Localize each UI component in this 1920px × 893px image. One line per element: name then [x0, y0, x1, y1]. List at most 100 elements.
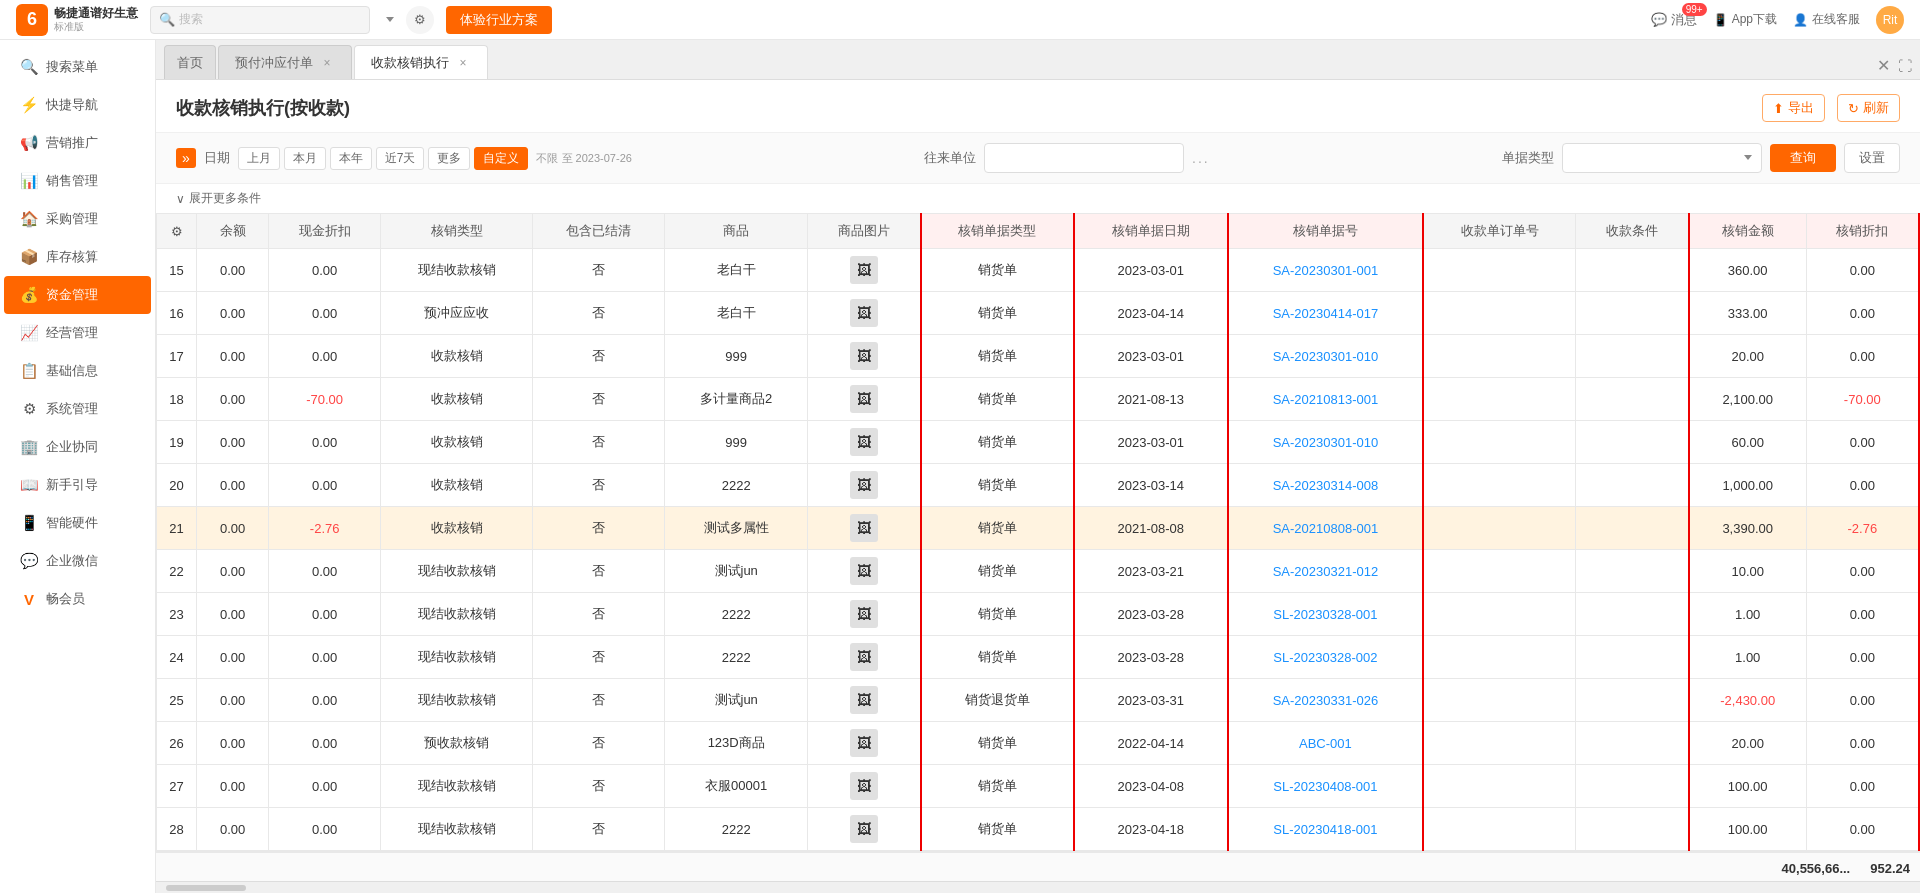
sidebar-item-guide[interactable]: 📖 新手引导: [4, 466, 151, 504]
sidebar-item-label: 基础信息: [46, 362, 98, 380]
cell-include-settled: 否: [533, 593, 665, 636]
sidebar-item-basic-info[interactable]: 📋 基础信息: [4, 352, 151, 390]
date-filter-label: 日期: [204, 149, 230, 167]
guide-icon: 📖: [20, 476, 38, 494]
cell-cancel-bill-no: SL-20230328-001: [1228, 593, 1424, 636]
system-icon: ⚙: [20, 400, 38, 418]
cell-collection-order-no: [1423, 335, 1576, 378]
refresh-icon: ↻: [1848, 101, 1859, 116]
cell-cancel-amount: -2,430.00: [1689, 679, 1806, 722]
date-btn-custom[interactable]: 自定义: [474, 147, 528, 170]
sidebar-item-enterprise[interactable]: 🏢 企业协同: [4, 428, 151, 466]
cell-id: 20: [157, 464, 197, 507]
refresh-button[interactable]: ↻ 刷新: [1837, 94, 1900, 122]
cell-cancel-bill-type: 销货单: [921, 593, 1074, 636]
sidebar-item-finance[interactable]: 💰 资金管理: [4, 276, 151, 314]
horizontal-scrollbar[interactable]: [156, 881, 1920, 893]
table-row: 18 0.00 -70.00 收款核销 否 多计量商品2 🖼 销货单 2021-…: [157, 378, 1920, 421]
date-btn-more[interactable]: 更多: [428, 147, 470, 170]
cell-cancel-discount: 0.00: [1806, 292, 1919, 335]
filter-toggle-btn[interactable]: »: [176, 148, 196, 168]
gear-button[interactable]: ⚙: [406, 6, 434, 34]
date-btn-this-year[interactable]: 本年: [330, 147, 372, 170]
partner-input[interactable]: [984, 143, 1184, 173]
cell-cancel-bill-type: 销货单: [921, 378, 1074, 421]
cell-cancel-bill-no: SL-20230328-002: [1228, 636, 1424, 679]
cell-balance: 0.00: [197, 378, 269, 421]
online-service-button[interactable]: 👤 在线客服: [1793, 11, 1860, 28]
tab-collection[interactable]: 收款核销执行 ×: [354, 45, 488, 79]
page-header: 收款核销执行(按收款) ⬆ 导出 ↻ 刷新: [156, 80, 1920, 133]
cell-goods: 2222: [665, 808, 808, 851]
cell-cancel-discount: -2.76: [1806, 507, 1919, 550]
sidebar-item-inventory[interactable]: 📦 库存核算: [4, 238, 151, 276]
expand-label: 展开更多条件: [189, 190, 261, 207]
col-gear[interactable]: ⚙: [157, 214, 197, 249]
cell-goods: 测试多属性: [665, 507, 808, 550]
cell-goods: 测试jun: [665, 550, 808, 593]
cell-collection-condition: [1576, 507, 1689, 550]
app-download-button[interactable]: 📱 App下载: [1713, 11, 1777, 28]
table-settings-button[interactable]: 设置: [1844, 143, 1900, 173]
cell-cancel-bill-type: 销货单: [921, 292, 1074, 335]
partner-ellipsis[interactable]: ...: [1192, 150, 1210, 166]
refresh-label: 刷新: [1863, 99, 1889, 117]
close-window-icon[interactable]: ✕: [1877, 56, 1890, 75]
fullscreen-icon[interactable]: ⛶: [1898, 58, 1912, 74]
date-btn-last-month[interactable]: 上月: [238, 147, 280, 170]
sidebar-item-search[interactable]: 🔍 搜索菜单: [4, 48, 151, 86]
cell-cancel-bill-date: 2023-03-14: [1074, 464, 1227, 507]
tab-prepay-close-icon[interactable]: ×: [319, 55, 335, 71]
table-row: 17 0.00 0.00 收款核销 否 999 🖼 销货单 2023-03-01…: [157, 335, 1920, 378]
notification-button[interactable]: 💬 消息 99+: [1651, 11, 1697, 29]
bill-type-filter: 单据类型: [1502, 143, 1762, 173]
cell-cancel-bill-date: 2022-04-14: [1074, 722, 1227, 765]
cell-cancel-bill-date: 2021-08-13: [1074, 378, 1227, 421]
tab-prepay[interactable]: 预付冲应付单 ×: [218, 45, 352, 79]
expand-more-btn[interactable]: ∨ 展开更多条件: [176, 190, 1900, 207]
sidebar: 🔍 搜索菜单 ⚡ 快捷导航 📢 营销推广 📊 销售管理 🏠 采购管理 📦 库存核…: [0, 40, 156, 893]
sales-icon: 📊: [20, 172, 38, 190]
date-btn-7days[interactable]: 近7天: [376, 147, 425, 170]
cell-goods-img: 🖼: [808, 593, 921, 636]
sidebar-item-quick-nav[interactable]: ⚡ 快捷导航: [4, 86, 151, 124]
sidebar-item-smart-hw[interactable]: 📱 智能硬件: [4, 504, 151, 542]
cell-goods: 多计量商品2: [665, 378, 808, 421]
sidebar-item-marketing[interactable]: 📢 营销推广: [4, 124, 151, 162]
cell-cancel-amount: 1,000.00: [1689, 464, 1806, 507]
cell-collection-condition: [1576, 550, 1689, 593]
cell-cancel-bill-type: 销货单: [921, 808, 1074, 851]
tab-collection-close-icon[interactable]: ×: [455, 55, 471, 71]
sidebar-item-operation[interactable]: 📈 经营管理: [4, 314, 151, 352]
tab-home[interactable]: 首页: [164, 45, 216, 79]
user-avatar[interactable]: Rit: [1876, 6, 1904, 34]
member-icon: V: [20, 590, 38, 608]
cell-balance: 0.00: [197, 249, 269, 292]
cell-id: 21: [157, 507, 197, 550]
cell-id: 16: [157, 292, 197, 335]
cell-collection-order-no: [1423, 292, 1576, 335]
cell-cash-discount: 0.00: [269, 636, 381, 679]
sidebar-item-sales[interactable]: 📊 销售管理: [4, 162, 151, 200]
industry-button[interactable]: 体验行业方案: [446, 6, 552, 34]
search-bar[interactable]: 🔍 搜索: [150, 6, 370, 34]
sidebar-item-wechat[interactable]: 💬 企业微信: [4, 542, 151, 580]
cell-cancel-bill-date: 2023-03-21: [1074, 550, 1227, 593]
cell-cancel-bill-type: 销货单: [921, 636, 1074, 679]
sidebar-item-label: 系统管理: [46, 400, 98, 418]
sidebar-item-system[interactable]: ⚙ 系统管理: [4, 390, 151, 428]
cell-balance: 0.00: [197, 593, 269, 636]
scrollbar-thumb[interactable]: [166, 885, 246, 891]
bill-type-select[interactable]: [1562, 143, 1762, 173]
sidebar-item-member[interactable]: V 畅会员: [4, 580, 151, 618]
export-button[interactable]: ⬆ 导出: [1762, 94, 1825, 122]
dropdown-btn[interactable]: [382, 17, 394, 22]
query-button[interactable]: 查询: [1770, 144, 1836, 172]
cell-collection-condition: [1576, 421, 1689, 464]
sidebar-item-purchase[interactable]: 🏠 采购管理: [4, 200, 151, 238]
cell-cancel-bill-no: SA-20230321-012: [1228, 550, 1424, 593]
date-btn-this-month[interactable]: 本月: [284, 147, 326, 170]
cell-cancel-type: 收款核销: [381, 335, 533, 378]
cell-collection-order-no: [1423, 249, 1576, 292]
cell-cancel-discount: 0.00: [1806, 679, 1919, 722]
